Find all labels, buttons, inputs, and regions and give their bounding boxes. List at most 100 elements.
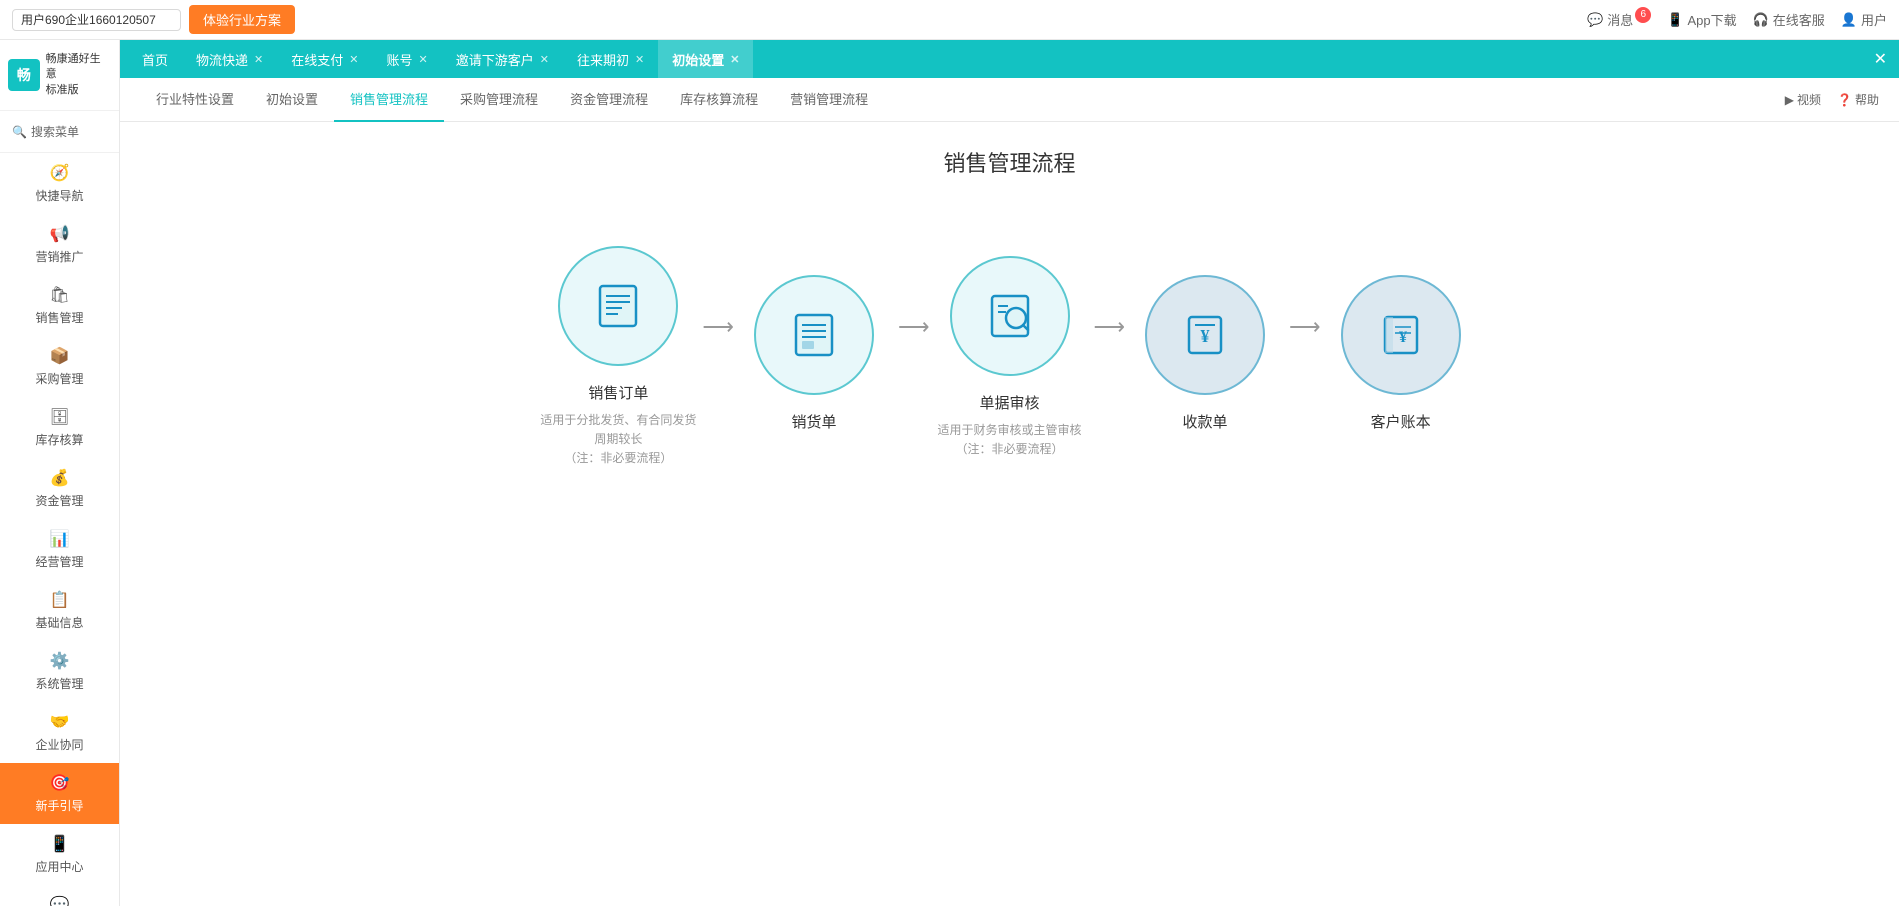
sidebar-item-purchase-mgmt[interactable]: 📦 采购管理 [0, 336, 119, 397]
message-badge: 6 [1635, 7, 1651, 23]
app-download-label: App下载 [1687, 10, 1736, 29]
user-item[interactable]: 👤 用户 [1841, 10, 1887, 29]
sub-tabs: 行业特性设置 初始设置 销售管理流程 采购管理流程 资金管理流程 库存核算流程 … [120, 78, 1899, 122]
flow-arrow-3: ⟶ [1094, 314, 1122, 400]
sidebar-item-new-guide[interactable]: 🎯 新手引导 [0, 763, 119, 824]
help-icon: ❓ [1837, 93, 1852, 107]
sales-mgmt-icon: 🛍 [49, 285, 69, 305]
flow-step-desc-doc-review: 适用于财务审核或主管审核 （注：非必要流程） [937, 421, 1081, 459]
nav-tab-logistics[interactable]: 物流快递 ✕ [182, 40, 277, 78]
app-download-item[interactable]: 📱 App下载 [1667, 10, 1736, 29]
flow-arrow-1: ⟶ [702, 314, 730, 400]
app-icon: 📱 [1667, 12, 1683, 28]
sidebar-item-enterprise-collab[interactable]: 🤝 企业协同 [0, 702, 119, 763]
flow-step-customer-ledger[interactable]: ¥ 客户账本 [1321, 275, 1481, 440]
sidebar-item-operations-mgmt[interactable]: 📊 经营管理 [0, 519, 119, 580]
nav-tab-initial-setup[interactable]: 初始设置 ✕ [658, 40, 753, 78]
flow-circle-sales-order [558, 246, 678, 366]
subtab-inventory-calc-flow[interactable]: 库存核算流程 [664, 78, 774, 122]
flow-arrow-4: ⟶ [1289, 314, 1317, 400]
flow-step-sales-invoice[interactable]: 销货单 [734, 275, 894, 440]
sub-tab-right-actions: ▶ 视频 ❓ 帮助 [1785, 91, 1879, 108]
message-item[interactable]: 💬 消息 6 [1587, 10, 1651, 29]
close-account-icon[interactable]: ✕ [419, 53, 428, 66]
basic-info-icon: 📋 [50, 590, 70, 610]
headset-icon: 🎧 [1753, 12, 1769, 28]
svg-text:¥: ¥ [1201, 326, 1210, 346]
flow-diagram: 销售订单 适用于分批发货、有合同发货周期较长 （注：非必要流程） ⟶ [144, 226, 1875, 489]
subtab-initial-settings[interactable]: 初始设置 [250, 78, 334, 122]
sidebar-item-inventory[interactable]: 🗄 库存核算 [0, 397, 119, 458]
sidebar-item-finance-mgmt[interactable]: 💰 资金管理 [0, 458, 119, 519]
message-icon: 💬 [1587, 12, 1603, 28]
nav-tab-period-init[interactable]: 往来期初 ✕ [563, 40, 658, 78]
flow-step-name-doc-review: 单据审核 [979, 392, 1039, 413]
enterprise-collab-icon: 🤝 [50, 712, 70, 732]
top-bar-left: 用户690企业1660120507 体验行业方案 [12, 5, 295, 34]
close-invite-icon[interactable]: ✕ [540, 53, 549, 66]
logo-icon: 畅 [8, 59, 40, 91]
subtab-marketing-mgmt-flow[interactable]: 营销管理流程 [774, 78, 884, 122]
sidebar: 畅 畅康通好生意 标准版 🔍 搜索菜单 🧭 快捷导航 📢 营销推广 🛍 销售管理… [0, 40, 120, 906]
close-initial-setup-icon[interactable]: ✕ [730, 53, 739, 66]
flow-step-desc-sales-order: 适用于分批发货、有合同发货周期较长 （注：非必要流程） [538, 411, 698, 469]
video-icon: ▶ [1785, 93, 1794, 107]
message-label: 消息 [1607, 10, 1633, 29]
subtab-industry-features[interactable]: 行业特性设置 [140, 78, 250, 122]
nav-tab-home[interactable]: 首页 [128, 40, 182, 78]
flow-step-name-sales-invoice: 销货单 [791, 411, 836, 432]
online-service-label: 在线客服 [1773, 10, 1825, 29]
close-online-pay-icon[interactable]: ✕ [349, 53, 358, 66]
marketing-promo-icon: 📢 [50, 224, 70, 244]
top-bar-right: 💬 消息 6 📱 App下载 🎧 在线客服 👤 用户 [1587, 10, 1887, 29]
sidebar-item-sales-mgmt[interactable]: 🛍 销售管理 [0, 275, 119, 336]
help-btn[interactable]: ❓ 帮助 [1837, 91, 1879, 108]
flow-step-sales-order[interactable]: 销售订单 适用于分批发货、有合同发货周期较长 （注：非必要流程） [538, 246, 698, 469]
flow-circle-doc-review [950, 256, 1070, 376]
sidebar-item-marketing-promo[interactable]: 📢 营销推广 [0, 214, 119, 275]
finance-mgmt-icon: 💰 [50, 468, 70, 488]
flow-circle-customer-ledger: ¥ [1341, 275, 1461, 395]
online-service-item[interactable]: 🎧 在线客服 [1753, 10, 1825, 29]
content-area: 首页 物流快递 ✕ 在线支付 ✕ 账号 ✕ 邀请下游客户 ✕ 往来期初 ✕ [120, 40, 1899, 906]
sidebar-item-system-mgmt[interactable]: ⚙️ 系统管理 [0, 641, 119, 702]
flow-step-doc-review[interactable]: 单据审核 适用于财务审核或主管审核 （注：非必要流程） [930, 256, 1090, 459]
video-btn[interactable]: ▶ 视频 [1785, 91, 1821, 108]
inventory-icon: 🗄 [49, 407, 69, 427]
subtab-sales-mgmt-flow[interactable]: 销售管理流程 [334, 78, 444, 122]
purchase-mgmt-icon: 📦 [50, 346, 70, 366]
nav-tab-account[interactable]: 账号 ✕ [372, 40, 441, 78]
flow-circle-receipt-voucher: ¥ [1145, 275, 1265, 395]
sidebar-logo: 畅 畅康通好生意 标准版 [0, 40, 119, 111]
sidebar-item-app-center[interactable]: 📱 应用中心 [0, 824, 119, 885]
trial-btn[interactable]: 体验行业方案 [189, 5, 295, 34]
flow-step-name-sales-order: 销售订单 [588, 382, 648, 403]
subtab-finance-mgmt-flow[interactable]: 资金管理流程 [554, 78, 664, 122]
enterprise-wechat-icon: 💬 [50, 895, 70, 906]
flow-circle-sales-invoice [754, 275, 874, 395]
user-avatar-icon: 👤 [1841, 12, 1857, 28]
sidebar-item-basic-info[interactable]: 📋 基础信息 [0, 580, 119, 641]
close-logistics-icon[interactable]: ✕ [254, 53, 263, 66]
flow-step-name-receipt-voucher: 收款单 [1183, 411, 1228, 432]
logo-text: 畅康通好生意 标准版 [46, 52, 111, 98]
flow-step-receipt-voucher[interactable]: ¥ 收款单 [1125, 275, 1285, 440]
sidebar-search-area: 🔍 搜索菜单 [0, 111, 119, 153]
nav-tab-invite-downstream[interactable]: 邀请下游客户 ✕ [442, 40, 563, 78]
subtab-purchase-mgmt-flow[interactable]: 采购管理流程 [444, 78, 554, 122]
sidebar-item-enterprise-wechat[interactable]: 💬 企业微信 [0, 885, 119, 906]
user-label: 用户 [1861, 10, 1887, 29]
nav-tab-online-pay[interactable]: 在线支付 ✕ [277, 40, 372, 78]
close-period-icon[interactable]: ✕ [635, 53, 644, 66]
flow-arrow-2: ⟶ [898, 314, 926, 400]
system-mgmt-icon: ⚙️ [50, 651, 70, 671]
search-icon: 🔍 [12, 125, 27, 139]
nav-close-all-btn[interactable]: ✕ [1870, 45, 1891, 73]
top-bar: 用户690企业1660120507 体验行业方案 💬 消息 6 📱 App下载 … [0, 0, 1899, 40]
sidebar-item-quick-nav[interactable]: 🧭 快捷导航 [0, 153, 119, 214]
search-menu-btn[interactable]: 🔍 搜索菜单 [8, 119, 111, 144]
page-content: 销售管理流程 销售订单 适用于分批发货、有合同 [120, 122, 1899, 906]
user-select[interactable]: 用户690企业1660120507 [12, 9, 181, 31]
svg-text:¥: ¥ [1399, 329, 1407, 346]
nav-bar: 首页 物流快递 ✕ 在线支付 ✕ 账号 ✕ 邀请下游客户 ✕ 往来期初 ✕ [120, 40, 1899, 78]
